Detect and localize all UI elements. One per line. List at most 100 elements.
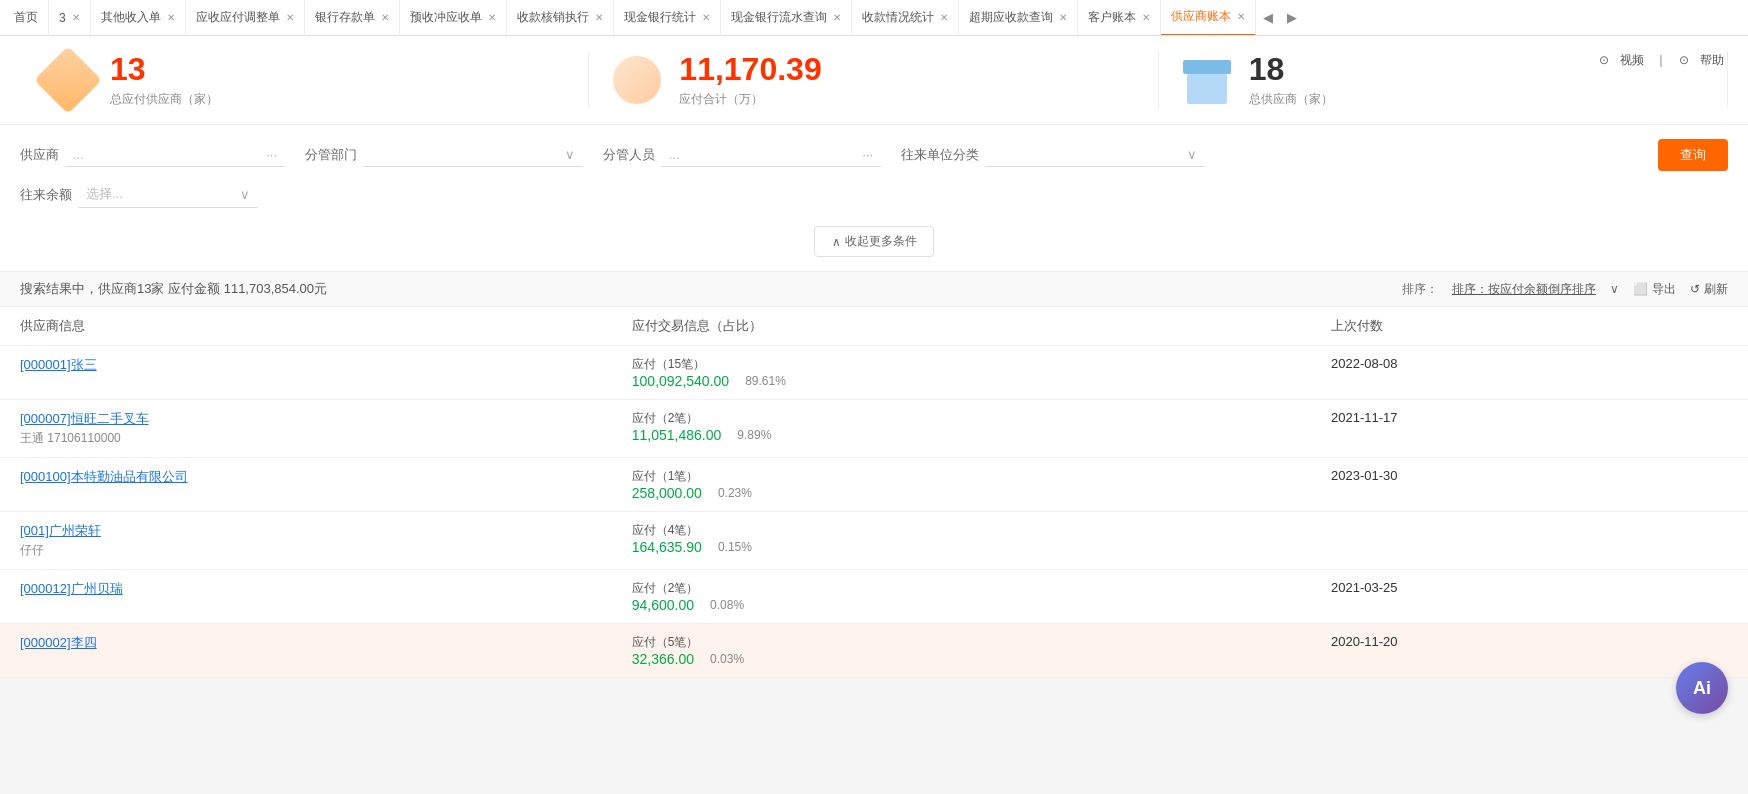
tx-type-count: 应付（2笔） bbox=[632, 580, 1291, 597]
nav-tab-cash-bank-flow[interactable]: 现金银行流水查询 ✕ bbox=[721, 0, 852, 36]
filter-item-dept: 分管部门 ∨ bbox=[305, 143, 583, 167]
nav-tab-ap-adjust[interactable]: 应收应付调整单 ✕ bbox=[186, 0, 305, 36]
tx-amount: 100,092,540.00 bbox=[632, 373, 729, 389]
summary-item-ap-suppliers: 13 总应付供应商（家） bbox=[20, 52, 589, 108]
close-icon[interactable]: ✕ bbox=[1237, 11, 1245, 22]
nav-tab-collection-exec[interactable]: 收款核销执行 ✕ bbox=[507, 0, 614, 36]
nav-tab-customer-account-label: 客户账本 bbox=[1088, 9, 1136, 26]
dept-label: 分管部门 bbox=[305, 146, 357, 164]
filter-item-person: 分管人员 ... ··· bbox=[603, 143, 881, 167]
balance-select[interactable]: 选择... ∨ bbox=[78, 181, 258, 208]
close-icon[interactable]: ✕ bbox=[1142, 12, 1150, 23]
video-link[interactable]: 视频 bbox=[1620, 53, 1644, 67]
export-icon: ⬜ bbox=[1633, 282, 1648, 296]
supplier-link[interactable]: [001]广州荣轩 bbox=[20, 523, 101, 538]
search-button[interactable]: 查询 bbox=[1658, 139, 1728, 171]
nav-tab-prepay-collect[interactable]: 预收冲应收单 ✕ bbox=[400, 0, 507, 36]
close-icon[interactable]: ✕ bbox=[940, 12, 948, 23]
nav-arrow-left[interactable]: ◀ bbox=[1256, 0, 1280, 36]
supplier-link[interactable]: [000001]张三 bbox=[20, 357, 97, 372]
tx-amount: 32,366.00 bbox=[632, 651, 694, 667]
summary-bar: 13 总应付供应商（家） 11,170.39 应付合计（万） 18 总供应商（家… bbox=[0, 36, 1748, 125]
tx-info-cell: 应付（1笔）258,000.000.23% bbox=[612, 458, 1311, 512]
tx-amount: 258,000.00 bbox=[632, 485, 702, 501]
category-select[interactable]: ∨ bbox=[985, 143, 1205, 167]
nav-tab-3[interactable]: 3 ✕ bbox=[49, 0, 91, 36]
supplier-input[interactable]: ... ··· bbox=[65, 143, 285, 167]
circle-icon: ⊙ bbox=[1599, 53, 1609, 67]
tx-type-count: 应付（1笔） bbox=[632, 468, 1291, 485]
nav-tab-home[interactable]: 首页 bbox=[4, 0, 49, 36]
close-icon[interactable]: ✕ bbox=[488, 12, 496, 23]
nav-tab-collection-exec-label: 收款核销执行 bbox=[517, 9, 589, 26]
balance-label: 往来余额 bbox=[20, 186, 72, 204]
table-header-row: 供应商信息 应付交易信息（占比） 上次付数 bbox=[0, 307, 1748, 346]
supplier-link[interactable]: [000012]广州贝瑞 bbox=[20, 581, 123, 596]
tx-percent: 0.03% bbox=[710, 652, 744, 666]
th-supplier-info: 供应商信息 bbox=[0, 307, 612, 346]
person-placeholder: ... bbox=[669, 147, 680, 162]
close-icon[interactable]: ✕ bbox=[1059, 12, 1067, 23]
nav-tab-overdue-query[interactable]: 超期应收款查询 ✕ bbox=[959, 0, 1078, 36]
nav-arrow-right[interactable]: ▶ bbox=[1280, 0, 1304, 36]
refresh-button[interactable]: ↺ 刷新 bbox=[1690, 281, 1728, 298]
nav-tab-supplier-account[interactable]: 供应商账本 ✕ bbox=[1161, 0, 1256, 36]
close-icon[interactable]: ✕ bbox=[833, 12, 841, 23]
supplier-label: 供应商 bbox=[20, 146, 59, 164]
nav-tab-cash-bank-stat-label: 现金银行统计 bbox=[624, 9, 696, 26]
tx-count: （2笔） bbox=[656, 411, 699, 425]
supplier-link[interactable]: [000100]本特勤油品有限公司 bbox=[20, 469, 188, 484]
person-input[interactable]: ... ··· bbox=[661, 143, 881, 167]
person-dots: ··· bbox=[862, 147, 873, 162]
collapse-button[interactable]: ∧ 收起更多条件 bbox=[814, 226, 934, 257]
table-row: [000007]恒旺二手叉车王通 17106110000应付（2笔）11,051… bbox=[0, 400, 1748, 458]
nav-tab-cash-bank-stat[interactable]: 现金银行统计 ✕ bbox=[614, 0, 721, 36]
export-label: 导出 bbox=[1652, 281, 1676, 298]
nav-tab-cash-bank-flow-label: 现金银行流水查询 bbox=[731, 9, 827, 26]
tx-percent: 0.15% bbox=[718, 540, 752, 554]
tx-amount: 11,051,486.00 bbox=[632, 427, 722, 443]
last-payment-cell: 2022-08-08 bbox=[1311, 346, 1748, 400]
chevron-down-icon: ∨ bbox=[565, 147, 575, 162]
ap-suppliers-label: 总应付供应商（家） bbox=[110, 91, 218, 108]
close-icon[interactable]: ✕ bbox=[595, 12, 603, 23]
export-button[interactable]: ⬜ 导出 bbox=[1633, 281, 1676, 298]
nav-tab-customer-account[interactable]: 客户账本 ✕ bbox=[1078, 0, 1161, 36]
supplier-info-cell: [000100]本特勤油品有限公司 bbox=[0, 458, 612, 512]
close-icon[interactable]: ✕ bbox=[381, 12, 389, 23]
tx-percent: 89.61% bbox=[745, 374, 786, 388]
close-icon[interactable]: ✕ bbox=[72, 12, 80, 23]
dept-select[interactable]: ∨ bbox=[363, 143, 583, 167]
table-row: [000100]本特勤油品有限公司 应付（1笔）258,000.000.23%20… bbox=[0, 458, 1748, 512]
tx-count: （4笔） bbox=[656, 523, 699, 537]
results-bar: 搜索结果中，供应商13家 应付金额 111,703,854.00元 排序： 排序… bbox=[0, 272, 1748, 307]
close-icon[interactable]: ✕ bbox=[702, 12, 710, 23]
circle-icon-2: ⊙ bbox=[1679, 53, 1689, 67]
nav-tab-ap-adjust-label: 应收应付调整单 bbox=[196, 9, 280, 26]
nav-tab-collection-stat[interactable]: 收款情况统计 ✕ bbox=[852, 0, 959, 36]
nav-tab-other-income[interactable]: 其他收入单 ✕ bbox=[91, 0, 186, 36]
chevron-down-icon-3: ∨ bbox=[240, 187, 250, 202]
filter-row-1: 供应商 ... ··· 分管部门 ∨ 分管人员 ... ··· 往来单位分类 bbox=[20, 139, 1728, 171]
supplier-dots: ··· bbox=[266, 147, 277, 162]
tx-type: 应付 bbox=[632, 523, 656, 537]
tx-info-cell: 应付（5笔）32,366.000.03% bbox=[612, 624, 1311, 678]
nav-tab-prepay-collect-label: 预收冲应收单 bbox=[410, 9, 482, 26]
supplier-link[interactable]: [000002]李四 bbox=[20, 635, 97, 650]
th-last-payment: 上次付数 bbox=[1311, 307, 1748, 346]
table-row: [000001]张三应付（15笔）100,092,540.0089.61%202… bbox=[0, 346, 1748, 400]
sort-link[interactable]: 排序：按应付余额倒序排序 bbox=[1452, 281, 1596, 298]
table-row: [000002]李四应付（5笔）32,366.000.03%2020-11-20 bbox=[0, 624, 1748, 678]
supplier-sub-info: 仔仔 bbox=[20, 542, 592, 559]
supplier-link[interactable]: [000007]恒旺二手叉车 bbox=[20, 411, 149, 426]
close-icon[interactable]: ✕ bbox=[167, 12, 175, 23]
top-nav: 首页 3 ✕ 其他收入单 ✕ 应收应付调整单 ✕ 银行存款单 ✕ 预收冲应收单 … bbox=[0, 0, 1748, 36]
help-link[interactable]: 帮助 bbox=[1700, 53, 1724, 67]
refresh-icon: ↺ bbox=[1690, 282, 1700, 296]
last-payment-cell: 2023-01-30 bbox=[1311, 458, 1748, 512]
ap-suppliers-icon bbox=[40, 52, 96, 108]
close-icon[interactable]: ✕ bbox=[286, 12, 294, 23]
supplier-placeholder: ... bbox=[73, 147, 84, 162]
nav-tab-bank-deposit[interactable]: 银行存款单 ✕ bbox=[305, 0, 400, 36]
tx-type: 应付 bbox=[632, 411, 656, 425]
